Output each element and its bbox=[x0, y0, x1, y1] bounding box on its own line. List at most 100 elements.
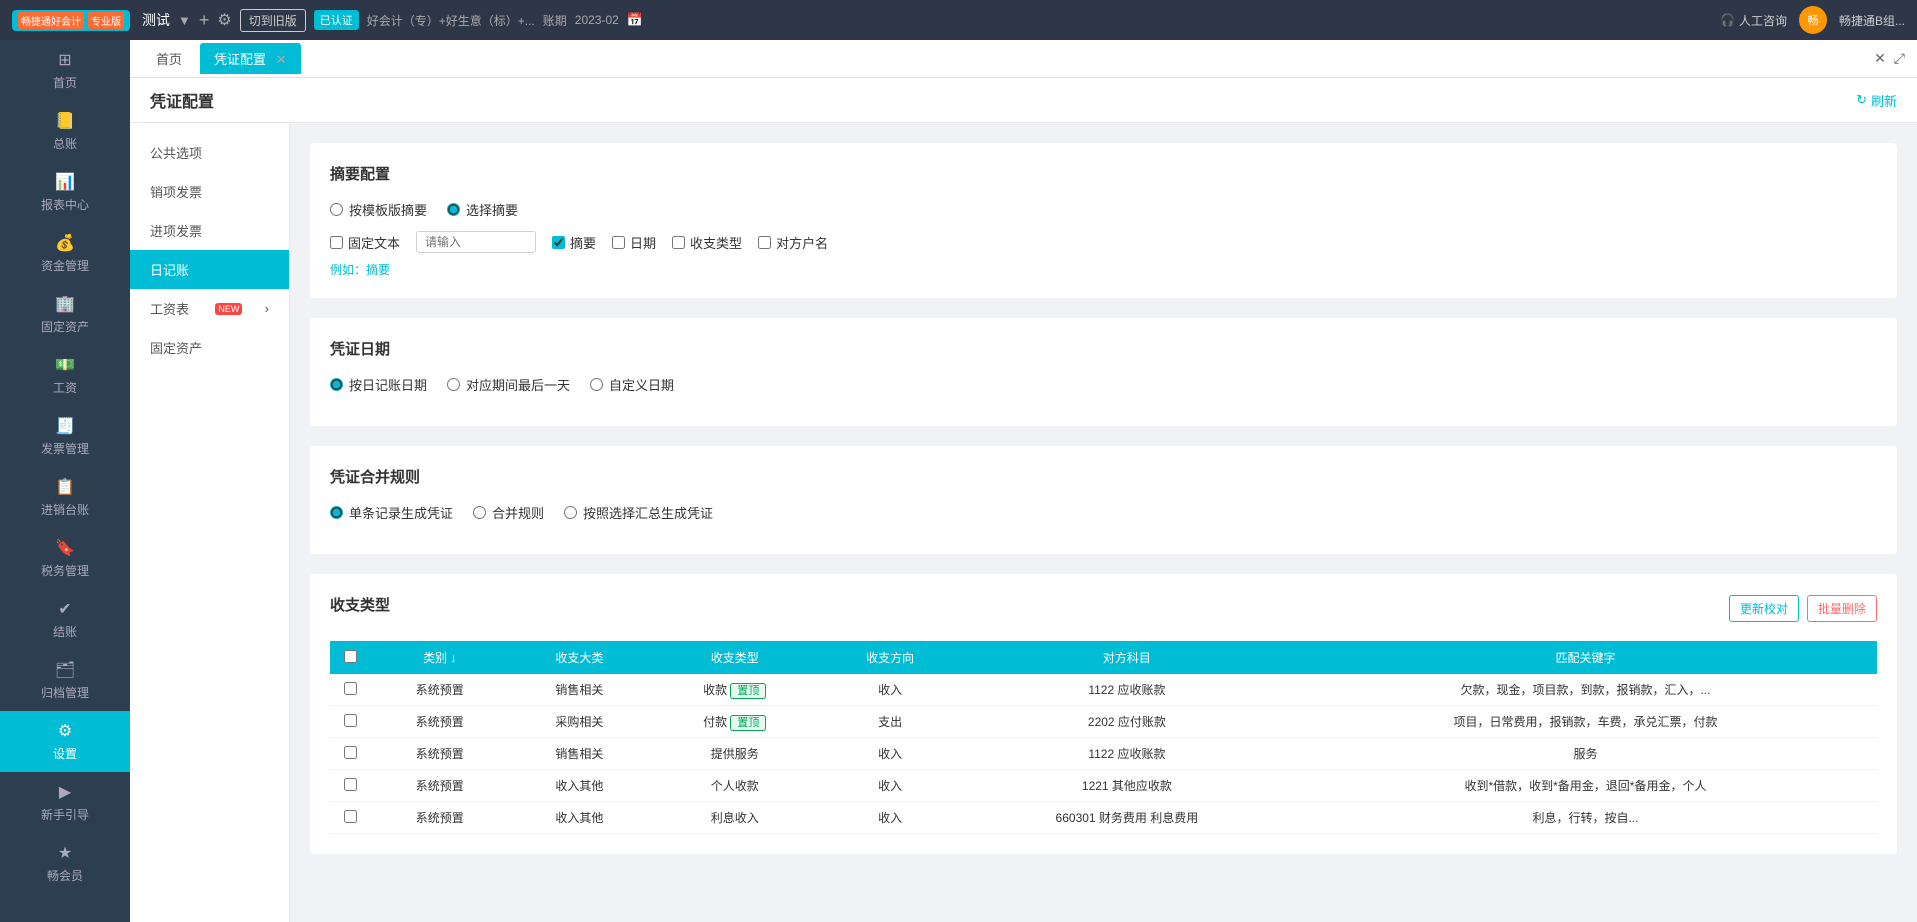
income-expense-type-checkbox[interactable]: 收支类型 bbox=[672, 233, 742, 252]
tab-home[interactable]: 首页 bbox=[142, 43, 196, 74]
right-content: 摘要配置 按模板版摘要 选择摘要 bbox=[290, 123, 1917, 922]
income-expense-checkbox-label: 收支类型 bbox=[690, 233, 742, 252]
radio-journal-date[interactable]: 按日记账日期 bbox=[330, 375, 427, 394]
radio-journal-date-input[interactable] bbox=[330, 378, 343, 391]
refresh-button[interactable]: ↻ 刷新 bbox=[1856, 91, 1897, 110]
fixed-text-checkbox[interactable]: 固定文本 bbox=[330, 233, 400, 252]
sidebar-item-assets[interactable]: 🏢 固定资产 bbox=[0, 284, 130, 345]
row-keywords-5: 利息，行转，按自... bbox=[1294, 802, 1877, 834]
service-label: 人工咨询 bbox=[1739, 12, 1787, 29]
radio-journal-date-label: 按日记账日期 bbox=[349, 375, 427, 394]
sidebar-item-reports[interactable]: 📊 报表中心 bbox=[0, 162, 130, 223]
row-checkbox-5[interactable] bbox=[344, 810, 357, 823]
dropdown-arrow-icon[interactable]: ▼ bbox=[178, 13, 191, 28]
radio-template-input[interactable] bbox=[330, 203, 343, 216]
left-menu-purchase-invoice[interactable]: 进项发票 bbox=[130, 211, 289, 250]
row-checkbox-2[interactable] bbox=[344, 714, 357, 727]
radio-single-label: 单条记录生成凭证 bbox=[349, 503, 453, 522]
date-section: 凭证日期 按日记账日期 对应期间最后一天 自定义日期 bbox=[310, 318, 1897, 426]
radio-single-input[interactable] bbox=[330, 506, 343, 519]
radio-summary-input[interactable] bbox=[564, 506, 577, 519]
radio-period-last-day[interactable]: 对应期间最后一天 bbox=[447, 375, 570, 394]
sidebar-item-funds[interactable]: 💰 资金管理 bbox=[0, 223, 130, 284]
left-menu-fixed-assets[interactable]: 固定资产 bbox=[130, 328, 289, 367]
tab-voucher-config[interactable]: 凭证配置 ✕ bbox=[200, 43, 301, 74]
row-direction-2: 支出 bbox=[820, 706, 960, 738]
add-icon[interactable]: + bbox=[199, 10, 210, 31]
sidebar-item-salary[interactable]: 💵 工资 bbox=[0, 345, 130, 406]
radio-custom-date[interactable]: 自定义日期 bbox=[590, 375, 674, 394]
income-expense-title: 收支类型 bbox=[330, 594, 390, 615]
content-area: 首页 凭证配置 ✕ ✕ ⤢ 凭证配置 ↻ 刷新 公共选项 bbox=[130, 40, 1917, 922]
radio-custom-date-input[interactable] bbox=[590, 378, 603, 391]
radio-select-summary[interactable]: 选择摘要 bbox=[447, 200, 518, 219]
left-menu-payroll-label: 工资表 bbox=[150, 299, 189, 318]
fixed-text-field[interactable] bbox=[416, 231, 536, 253]
sidebar-item-ledger[interactable]: 📒 总账 bbox=[0, 101, 130, 162]
summary-section: 摘要配置 按模板版摘要 选择摘要 bbox=[310, 143, 1897, 298]
logo-text: 畅捷通好会计 bbox=[18, 12, 84, 29]
closing-icon: ✔ bbox=[58, 599, 71, 619]
sidebar-label-member: 畅会员 bbox=[47, 867, 83, 884]
left-menu-payroll[interactable]: 工资表 NEW › bbox=[130, 289, 289, 328]
service-link[interactable]: 🎧 人工咨询 bbox=[1720, 12, 1787, 29]
left-menu-journal[interactable]: 日记账 bbox=[130, 250, 289, 289]
tab-close-icon[interactable]: ✕ bbox=[276, 52, 287, 67]
radio-period-last-day-label: 对应期间最后一天 bbox=[466, 375, 570, 394]
sidebar-item-closing[interactable]: ✔ 结账 bbox=[0, 589, 130, 650]
radio-template-summary[interactable]: 按模板版摘要 bbox=[330, 200, 427, 219]
refresh-icon: ↻ bbox=[1856, 92, 1867, 108]
sidebar-item-home[interactable]: ⊞ 首页 bbox=[0, 40, 130, 101]
merge-section-title: 凭证合并规则 bbox=[330, 466, 1877, 487]
radio-single-record[interactable]: 单条记录生成凭证 bbox=[330, 503, 453, 522]
sidebar-item-purchase-sales[interactable]: 📋 进销台账 bbox=[0, 467, 130, 528]
summary-checkbox-input[interactable] bbox=[552, 236, 565, 249]
sidebar-item-invoice[interactable]: 🧾 发票管理 bbox=[0, 406, 130, 467]
table-header-checkbox[interactable] bbox=[330, 641, 370, 674]
radio-merge-rule[interactable]: 合并规则 bbox=[473, 503, 544, 522]
calendar-icon[interactable]: 📅 bbox=[627, 12, 643, 28]
summary-checkbox[interactable]: 摘要 bbox=[552, 233, 596, 252]
settings-icon[interactable]: ⚙ bbox=[217, 10, 231, 30]
row-sub-type-4: 个人收款 bbox=[649, 770, 820, 802]
counterpart-checkbox-input[interactable] bbox=[758, 236, 771, 249]
sidebar-item-settings[interactable]: ⚙ 设置 bbox=[0, 711, 130, 772]
update-button[interactable]: 更新校对 bbox=[1729, 595, 1799, 622]
left-menu-public[interactable]: 公共选项 bbox=[130, 133, 289, 172]
row-checkbox-4[interactable] bbox=[344, 778, 357, 791]
sidebar-label-home: 首页 bbox=[53, 74, 77, 91]
guide-icon: ▶ bbox=[59, 782, 71, 802]
date-checkbox-input[interactable] bbox=[612, 236, 625, 249]
counterpart-name-checkbox[interactable]: 对方户名 bbox=[758, 233, 828, 252]
close-window-button[interactable]: ✕ bbox=[1874, 50, 1886, 67]
expand-window-button[interactable]: ⤢ bbox=[1894, 50, 1905, 67]
radio-template-label: 按模板版摘要 bbox=[349, 200, 427, 219]
batch-delete-button[interactable]: 批量删除 bbox=[1807, 595, 1877, 622]
row-category-1: 系统预置 bbox=[370, 674, 510, 706]
sidebar-item-archive[interactable]: 🗂 归档管理 bbox=[0, 650, 130, 711]
row-account-3: 1122 应收账款 bbox=[960, 738, 1294, 770]
fixed-text-input[interactable] bbox=[330, 236, 343, 249]
sidebar-item-guide[interactable]: ▶ 新手引导 bbox=[0, 772, 130, 833]
switch-old-version-button[interactable]: 切到旧版 bbox=[240, 9, 306, 32]
radio-merge-input[interactable] bbox=[473, 506, 486, 519]
table-header-direction: 收支方向 bbox=[820, 641, 960, 674]
radio-period-last-day-input[interactable] bbox=[447, 378, 460, 391]
row-checkbox-1[interactable] bbox=[344, 682, 357, 695]
date-checkbox[interactable]: 日期 bbox=[612, 233, 656, 252]
left-menu-sales-invoice[interactable]: 销项发票 bbox=[130, 172, 289, 211]
income-expense-checkbox-input[interactable] bbox=[672, 236, 685, 249]
table-header-main-type: 收支大类 bbox=[510, 641, 650, 674]
merge-radio-group: 单条记录生成凭证 合并规则 按照选择汇总生成凭证 bbox=[330, 503, 1877, 522]
row-category-5: 系统预置 bbox=[370, 802, 510, 834]
archive-icon: 🗂 bbox=[55, 660, 75, 680]
sidebar-item-member[interactable]: ★ 畅会员 bbox=[0, 833, 130, 894]
row-checkbox-3[interactable] bbox=[344, 746, 357, 759]
payroll-arrow-icon: › bbox=[265, 301, 269, 316]
radio-select-input[interactable] bbox=[447, 203, 460, 216]
tab-bar: 首页 凭证配置 ✕ ✕ ⤢ bbox=[130, 40, 1917, 78]
sidebar-item-tax[interactable]: 🔖 税务管理 bbox=[0, 528, 130, 589]
summary-radio-group: 按模板版摘要 选择摘要 bbox=[330, 200, 1877, 219]
radio-summary-generate[interactable]: 按照选择汇总生成凭证 bbox=[564, 503, 713, 522]
select-all-checkbox[interactable] bbox=[344, 650, 357, 663]
